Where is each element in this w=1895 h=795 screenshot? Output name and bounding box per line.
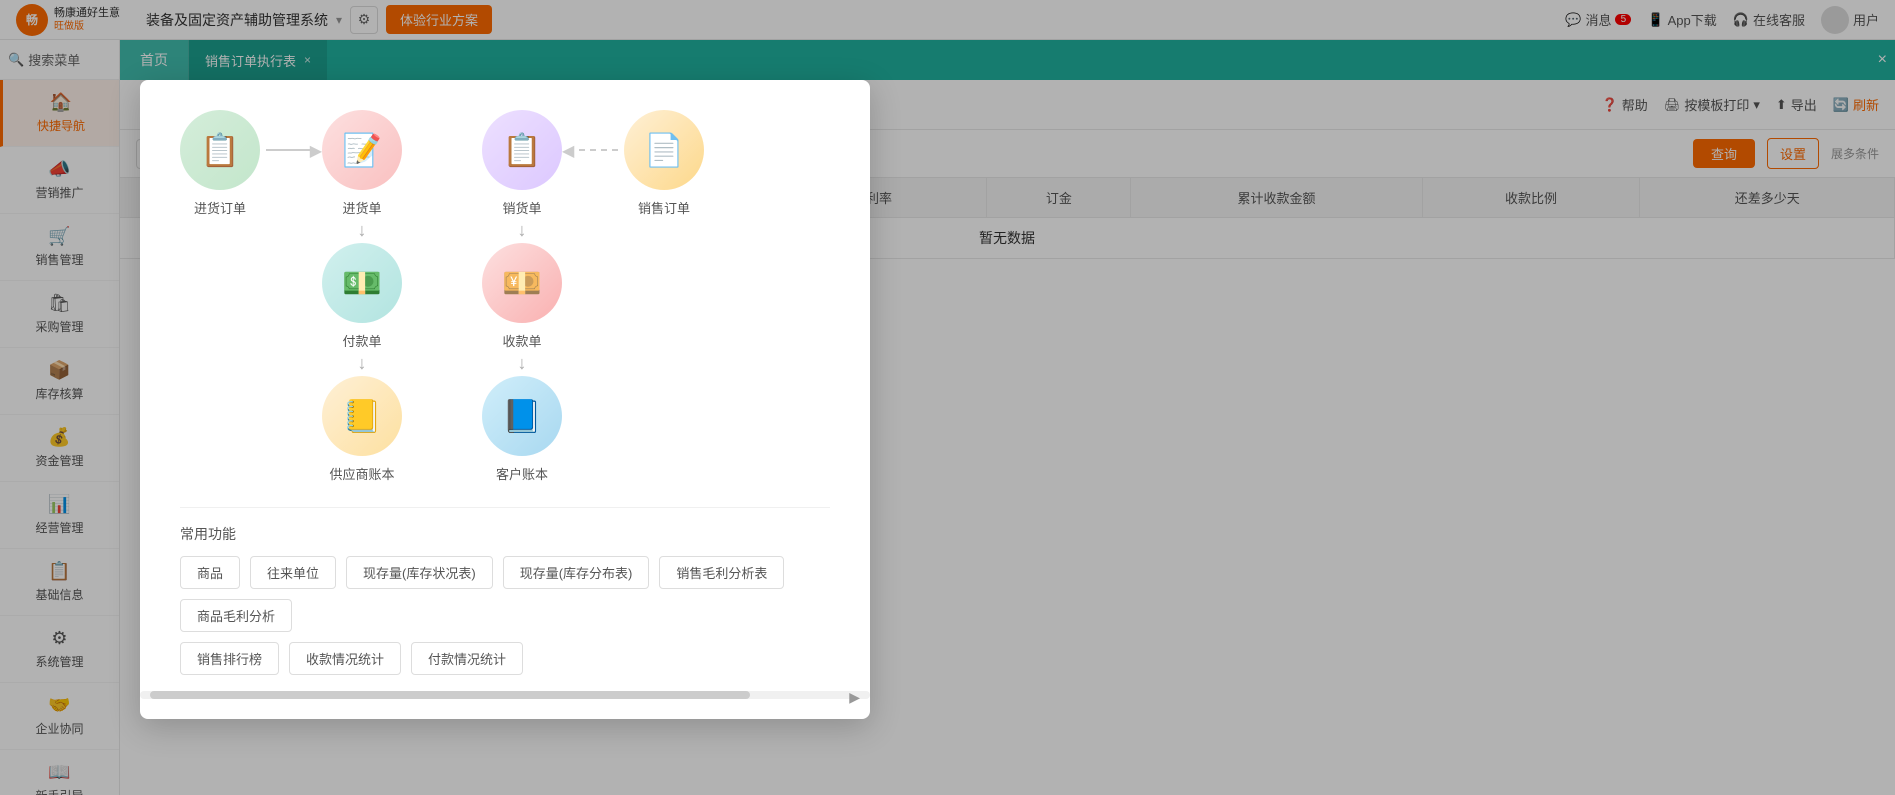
- flow-col-sales-bill: 📋 销货单 ↓ 💴 收款单 ↓ 📘 客户账本: [482, 110, 562, 483]
- purchase-bill-node[interactable]: 📝: [322, 110, 402, 190]
- scroll-right-arrow[interactable]: ▶: [849, 689, 860, 706]
- supplier-account-node[interactable]: 📒: [322, 376, 402, 456]
- sales-order-node[interactable]: 📄: [624, 110, 704, 190]
- func-btn-goods-profit[interactable]: 商品毛利分析: [180, 599, 292, 632]
- payment-node[interactable]: 💵: [322, 243, 402, 323]
- function-buttons-row2: 销售排行榜 收款情况统计 付款情况统计: [180, 642, 830, 675]
- func-btn-stock-status[interactable]: 现存量(库存状况表): [346, 556, 493, 589]
- flow-col-purchase-bill: 📝 进货单 ↓ 💵 付款单 ↓ 📒 供应商账本: [322, 110, 402, 483]
- quick-guide-modal: 📋 进货订单 ▶ 📝 进货单 ↓ 💵 付款单 ↓ �: [140, 80, 870, 719]
- arrow-2: ◀: [562, 110, 624, 190]
- customer-account-icon: 📘: [502, 397, 542, 435]
- customer-account-node[interactable]: 📘: [482, 376, 562, 456]
- purchase-order-icon: 📋: [200, 131, 240, 169]
- common-functions-title: 常用功能: [180, 524, 830, 544]
- scrollbar-thumb: [150, 691, 750, 699]
- arrow-1: ▶: [260, 110, 322, 190]
- purchase-bill-label: 进货单: [342, 198, 381, 217]
- sales-bill-node[interactable]: 📋: [482, 110, 562, 190]
- func-btn-stock-dist[interactable]: 现存量(库存分布表): [503, 556, 650, 589]
- receipt-label: 收款单: [502, 331, 541, 350]
- sales-order-label: 销售订单: [638, 198, 690, 217]
- common-functions: 常用功能 商品 往来单位 现存量(库存状况表) 现存量(库存分布表) 销售毛利分…: [180, 507, 830, 675]
- sales-bill-icon: 📋: [502, 131, 542, 169]
- supplier-account-label: 供应商账本: [329, 464, 394, 483]
- func-btn-sales-profit[interactable]: 销售毛利分析表: [659, 556, 784, 589]
- flow-col-sales-order: 📄 销售订单: [624, 110, 704, 217]
- sales-bill-label: 销货单: [502, 198, 541, 217]
- func-btn-partners[interactable]: 往来单位: [250, 556, 336, 589]
- down-arrow-1: ↓: [358, 221, 367, 239]
- func-btn-receipt-stats[interactable]: 收款情况统计: [289, 642, 401, 675]
- payment-icon: 💵: [342, 264, 382, 302]
- supplier-account-icon: 📒: [342, 397, 382, 435]
- func-btn-goods[interactable]: 商品: [180, 556, 240, 589]
- flow-diagram: 📋 进货订单 ▶ 📝 进货单 ↓ 💵 付款单 ↓ �: [180, 110, 830, 483]
- function-buttons: 商品 往来单位 现存量(库存状况表) 现存量(库存分布表) 销售毛利分析表 商品…: [180, 556, 830, 632]
- func-btn-payment-stats[interactable]: 付款情况统计: [411, 642, 523, 675]
- purchase-bill-icon: 📝: [342, 131, 382, 169]
- modal-scrollbar[interactable]: ▶: [140, 691, 870, 699]
- down-arrow-3: ↓: [358, 354, 367, 372]
- receipt-node[interactable]: 💴: [482, 243, 562, 323]
- purchase-order-label: 进货订单: [194, 198, 246, 217]
- payment-label: 付款单: [342, 331, 381, 350]
- down-arrow-2: ↓: [518, 221, 527, 239]
- customer-account-label: 客户账本: [496, 464, 548, 483]
- purchase-order-node[interactable]: 📋: [180, 110, 260, 190]
- sales-order-icon: 📄: [644, 131, 684, 169]
- func-btn-sales-rank[interactable]: 销售排行榜: [180, 642, 279, 675]
- flow-col-purchase-order: 📋 进货订单: [180, 110, 260, 217]
- receipt-icon: 💴: [502, 264, 542, 302]
- down-arrow-4: ↓: [518, 354, 527, 372]
